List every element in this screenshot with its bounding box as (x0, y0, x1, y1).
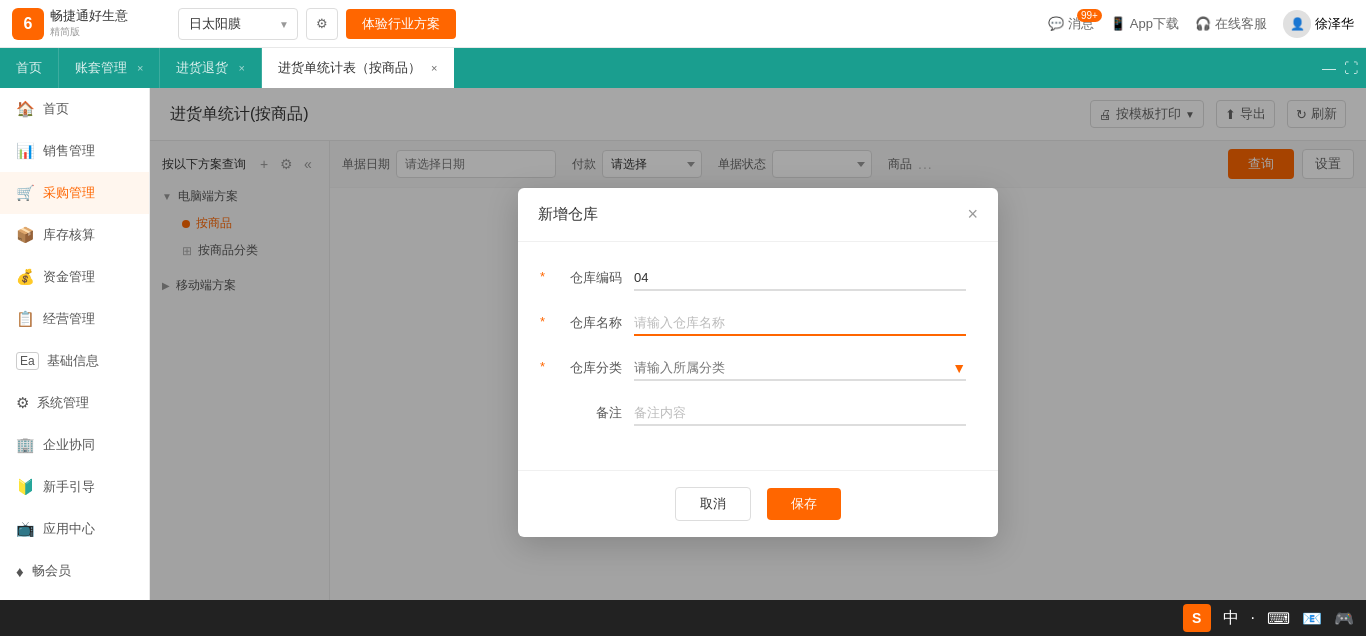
warehouse-category-wrap: ▼ (634, 356, 966, 381)
tab-purchase-return[interactable]: 进货退货 × (160, 48, 261, 88)
tab-account[interactable]: 账套管理 × (59, 48, 160, 88)
stock-icon: 📦 (16, 226, 35, 244)
sidebar-item-system[interactable]: ⚙ 系统管理 (0, 382, 149, 424)
tab-close-icon[interactable]: × (137, 62, 143, 74)
sidebar-item-home[interactable]: 🏠 首页 (0, 88, 149, 130)
bottom-icon-game[interactable]: 🎮 (1334, 609, 1354, 628)
system-icon: ⚙ (16, 394, 29, 412)
guide-icon: 🔰 (16, 478, 35, 496)
tab-close-icon[interactable]: × (431, 62, 437, 74)
bottom-icon-dot[interactable]: · (1251, 609, 1255, 627)
modal-label-remark: 备注 (550, 404, 622, 422)
modal-close-button[interactable]: × (967, 204, 978, 225)
top-search: 日太阳膜 ▼ ⚙ 体验行业方案 (178, 8, 1032, 40)
cancel-button[interactable]: 取消 (675, 487, 751, 521)
tab-expand-icon[interactable]: ⛶ (1344, 60, 1358, 76)
modal-field-name: 仓库名称 (550, 311, 966, 336)
app-download-button[interactable]: 📱 App下载 (1110, 15, 1179, 33)
sidebar-item-stock[interactable]: 📦 库存核算 (0, 214, 149, 256)
modal-header: 新增仓库 × (518, 188, 998, 242)
content-area: 进货单统计(按商品) 🖨 按模板打印 ▼ ⬆ 导出 ↻ 刷新 (150, 88, 1366, 636)
warehouse-category-input[interactable] (634, 356, 966, 381)
purchase-icon: 🛒 (16, 184, 35, 202)
category-dropdown-icon[interactable]: ▼ (952, 360, 966, 376)
trial-button[interactable]: 体验行业方案 (346, 9, 456, 39)
modal-footer: 取消 保存 (518, 470, 998, 537)
user-avatar-area[interactable]: 👤 徐泽华 (1283, 10, 1354, 38)
sidebar-item-basic[interactable]: Ea 基础信息 (0, 340, 149, 382)
modal-field-category: 仓库分类 ▼ (550, 356, 966, 381)
save-button[interactable]: 保存 (767, 488, 841, 520)
sales-icon: 📊 (16, 142, 35, 160)
message-badge: 99+ (1077, 9, 1102, 22)
home-icon: 🏠 (16, 100, 35, 118)
top-navbar: 6 畅捷通好生意 精简版 日太阳膜 ▼ ⚙ 体验行业方案 💬 消息 99+ 📱 … (0, 0, 1366, 48)
tab-purchase-stat[interactable]: 进货单统计表（按商品） × (262, 48, 454, 88)
search-dropdown[interactable]: 日太阳膜 ▼ (178, 8, 298, 40)
sidebar-item-purchase[interactable]: 🛒 采购管理 (0, 172, 149, 214)
sidebar-item-finance[interactable]: 💰 资金管理 (0, 256, 149, 298)
modal-label-name: 仓库名称 (550, 314, 622, 332)
modal-field-code: 仓库编码 (550, 266, 966, 291)
sidebar-item-appcenter[interactable]: 📺 应用中心 (0, 508, 149, 550)
modal-title: 新增仓库 (538, 205, 598, 224)
tab-close-icon[interactable]: × (238, 62, 244, 74)
modal-new-warehouse: 新增仓库 × 仓库编码 仓库名称 (518, 188, 998, 537)
modal-label-category: 仓库分类 (550, 359, 622, 377)
sidebar: 🏠 首页 📊 销售管理 🛒 采购管理 📦 库存核算 💰 资金管理 📋 经营管理 … (0, 88, 150, 636)
sidebar-item-operation[interactable]: 📋 经营管理 (0, 298, 149, 340)
operation-icon: 📋 (16, 310, 35, 328)
avatar: 👤 (1283, 10, 1311, 38)
appcenter-icon: 📺 (16, 520, 35, 538)
top-right-actions: 💬 消息 99+ 📱 App下载 🎧 在线客服 👤 徐泽华 (1048, 10, 1354, 38)
sidebar-item-member[interactable]: ♦ 畅会员 (0, 550, 149, 592)
modal-label-code: 仓库编码 (550, 269, 622, 287)
main-layout: 🏠 首页 📊 销售管理 🛒 采购管理 📦 库存核算 💰 资金管理 📋 经营管理 … (0, 88, 1366, 636)
headphone-icon: 🎧 (1195, 16, 1211, 31)
warehouse-code-input[interactable] (634, 266, 966, 291)
message-icon: 💬 (1048, 16, 1064, 31)
message-button[interactable]: 💬 消息 99+ (1048, 15, 1094, 33)
warehouse-remark-input[interactable] (634, 401, 966, 426)
bottom-icon-keyboard[interactable]: ⌨ (1267, 609, 1290, 628)
gear-icon: ⚙ (316, 16, 328, 31)
company-icon: 🏢 (16, 436, 35, 454)
logo-text: 畅捷通好生意 (50, 8, 128, 25)
logo-icon: 6 (12, 8, 44, 40)
tab-home[interactable]: 首页 (0, 48, 59, 88)
phone-icon: 📱 (1110, 16, 1126, 31)
modal-body: 仓库编码 仓库名称 仓库分类 (518, 242, 998, 470)
online-service-button[interactable]: 🎧 在线客服 (1195, 15, 1267, 33)
basic-icon: Ea (16, 352, 39, 370)
member-icon: ♦ (16, 563, 24, 580)
bottom-icon-mail[interactable]: 📧 (1302, 609, 1322, 628)
modal-overlay[interactable]: 新增仓库 × 仓库编码 仓库名称 (150, 88, 1366, 636)
modal-field-remark: 备注 (550, 401, 966, 426)
sidebar-item-sales[interactable]: 📊 销售管理 (0, 130, 149, 172)
logo-sub: 精简版 (50, 25, 128, 39)
s-logo: S (1183, 604, 1211, 632)
tab-controls: — ⛶ (1322, 48, 1366, 88)
dropdown-arrow-icon: ▼ (279, 18, 289, 29)
sidebar-item-company[interactable]: 🏢 企业协同 (0, 424, 149, 466)
tab-bar: 首页 账套管理 × 进货退货 × 进货单统计表（按商品） × — ⛶ (0, 48, 1366, 88)
sidebar-item-guide[interactable]: 🔰 新手引导 (0, 466, 149, 508)
tab-minimize-icon[interactable]: — (1322, 60, 1336, 76)
bottom-bar: S 中 · ⌨ 📧 🎮 (0, 600, 1366, 636)
warehouse-name-input[interactable] (634, 311, 966, 336)
finance-icon: 💰 (16, 268, 35, 286)
logo-area: 6 畅捷通好生意 精简版 (12, 8, 162, 40)
bottom-icon-zh[interactable]: 中 (1223, 608, 1239, 629)
settings-button[interactable]: ⚙ (306, 8, 338, 40)
